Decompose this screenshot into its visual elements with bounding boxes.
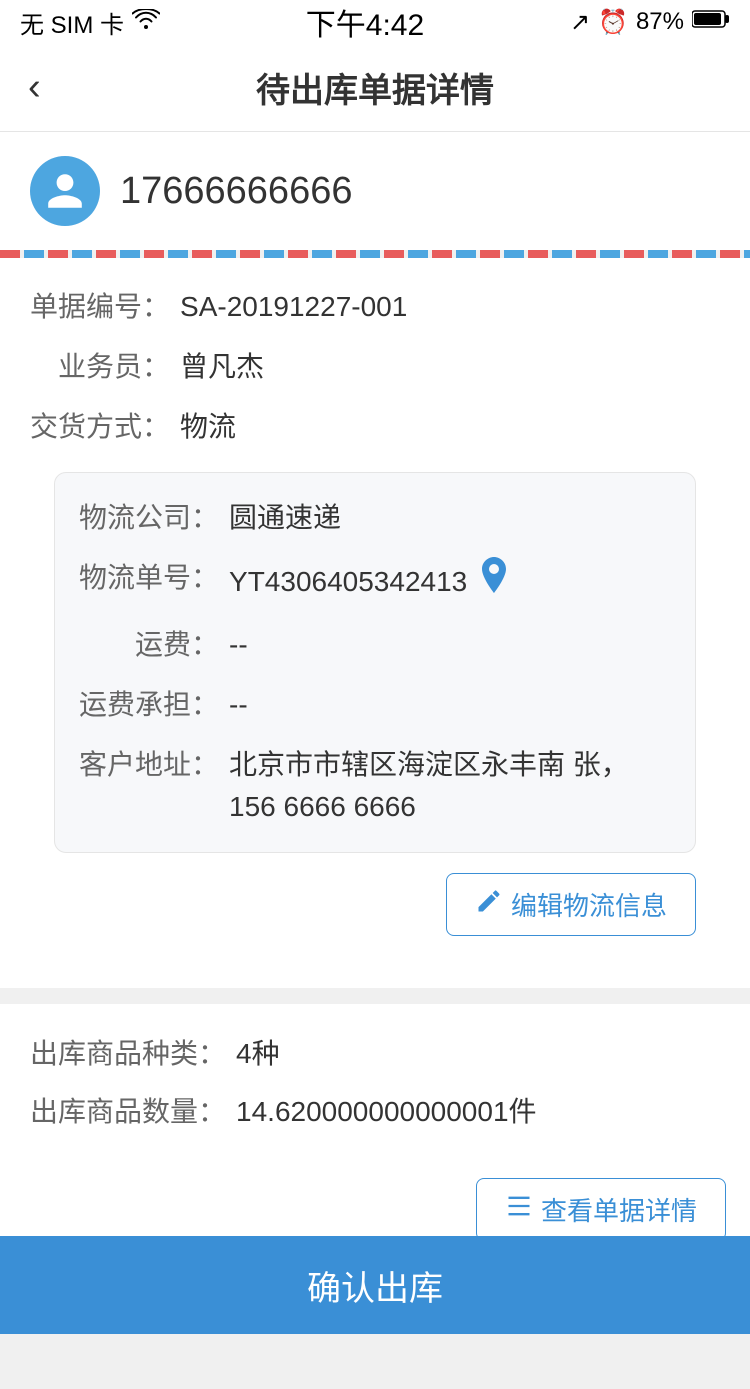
order-info-section: 单据编号： SA-20191227-001 业务员： 曾凡杰 交货方式： 物流 …: [0, 258, 750, 988]
tracking-value: YT4306405342413: [219, 557, 671, 606]
goods-quantity-row: 出库商品数量： 14.620000000000001件: [30, 1090, 720, 1130]
goods-section: 出库商品种类： 4种 出库商品数量： 14.620000000000001件: [0, 1004, 750, 1158]
view-detail-label: 查看单据详情: [541, 1191, 697, 1228]
status-left: 无 SIM 卡: [20, 5, 160, 40]
edit-logistics-container: 编辑物流信息: [30, 853, 720, 960]
avatar: [30, 156, 100, 226]
carrier-label: 无 SIM 卡: [20, 5, 124, 40]
tracking-number: YT4306405342413: [229, 561, 467, 603]
freight-value: --: [219, 624, 671, 666]
confirm-button-label: 确认出库: [307, 1261, 443, 1310]
user-section: 17666666666: [0, 132, 750, 250]
freight-bearer-row: 运费承担： --: [79, 684, 671, 726]
goods-types-row: 出库商品种类： 4种: [30, 1032, 720, 1072]
address-row: 客户地址： 北京市市辖区海淀区永丰南 张，156 6666 6666: [79, 744, 671, 828]
status-time: 下午4:42: [306, 0, 424, 44]
user-phone: 17666666666: [120, 170, 352, 213]
freight-label: 运费：: [79, 624, 219, 666]
battery-label: 87%: [636, 8, 684, 36]
alarm-icon: ⏰: [598, 8, 628, 37]
freight-bearer-value: --: [219, 684, 671, 726]
status-bar: 无 SIM 卡 下午4:42 ↗ ⏰ 87%: [0, 0, 750, 44]
order-number-value: SA-20191227-001: [170, 286, 720, 328]
edit-logistics-button[interactable]: 编辑物流信息: [446, 873, 696, 936]
confirm-bar[interactable]: 确认出库: [0, 1236, 750, 1334]
salesperson-value: 曾凡杰: [170, 346, 720, 388]
tracking-label: 物流单号：: [79, 557, 219, 599]
freight-row: 运费： --: [79, 624, 671, 666]
goods-types-label: 出库商品种类：: [30, 1032, 226, 1072]
nav-bar: ‹ 待出库单据详情: [0, 44, 750, 132]
goods-quantity-value: 14.620000000000001件: [226, 1090, 720, 1130]
battery-icon: [692, 8, 730, 36]
salesperson-label: 业务员：: [30, 346, 170, 388]
edit-icon: [475, 887, 503, 922]
section-divider: [0, 988, 750, 1004]
logistics-company-row: 物流公司： 圆通速递: [79, 497, 671, 539]
address-value: 北京市市辖区海淀区永丰南 张，156 6666 6666: [219, 744, 671, 828]
wifi-icon: [132, 8, 160, 36]
order-number-label: 单据编号：: [30, 286, 170, 328]
logistics-company-value: 圆通速递: [219, 497, 671, 539]
logistics-company-label: 物流公司：: [79, 497, 219, 539]
delivery-method-value: 物流: [170, 406, 720, 448]
person-icon: [44, 170, 86, 212]
edit-logistics-label: 编辑物流信息: [511, 886, 667, 923]
view-detail-icon: [505, 1192, 533, 1227]
page-title: 待出库单据详情: [256, 63, 494, 112]
salesperson-row: 业务员： 曾凡杰: [30, 346, 720, 388]
view-detail-button[interactable]: 查看单据详情: [476, 1178, 726, 1241]
logistics-card: 物流公司： 圆通速递 物流单号： YT4306405342413 运费： --: [54, 472, 696, 853]
delivery-method-row: 交货方式： 物流: [30, 406, 720, 448]
address-label: 客户地址：: [79, 744, 219, 786]
dashed-separator: [0, 250, 750, 258]
map-location-icon[interactable]: [479, 557, 509, 606]
goods-quantity-label: 出库商品数量：: [30, 1090, 226, 1130]
back-button[interactable]: ‹: [28, 66, 41, 109]
status-right: ↗ ⏰ 87%: [570, 8, 730, 37]
order-number-row: 单据编号： SA-20191227-001: [30, 286, 720, 328]
location-status-icon: ↗: [570, 8, 590, 37]
freight-bearer-label: 运费承担：: [79, 684, 219, 726]
goods-types-value: 4种: [226, 1032, 720, 1072]
delivery-method-label: 交货方式：: [30, 406, 170, 448]
tracking-row: 物流单号： YT4306405342413: [79, 557, 671, 606]
